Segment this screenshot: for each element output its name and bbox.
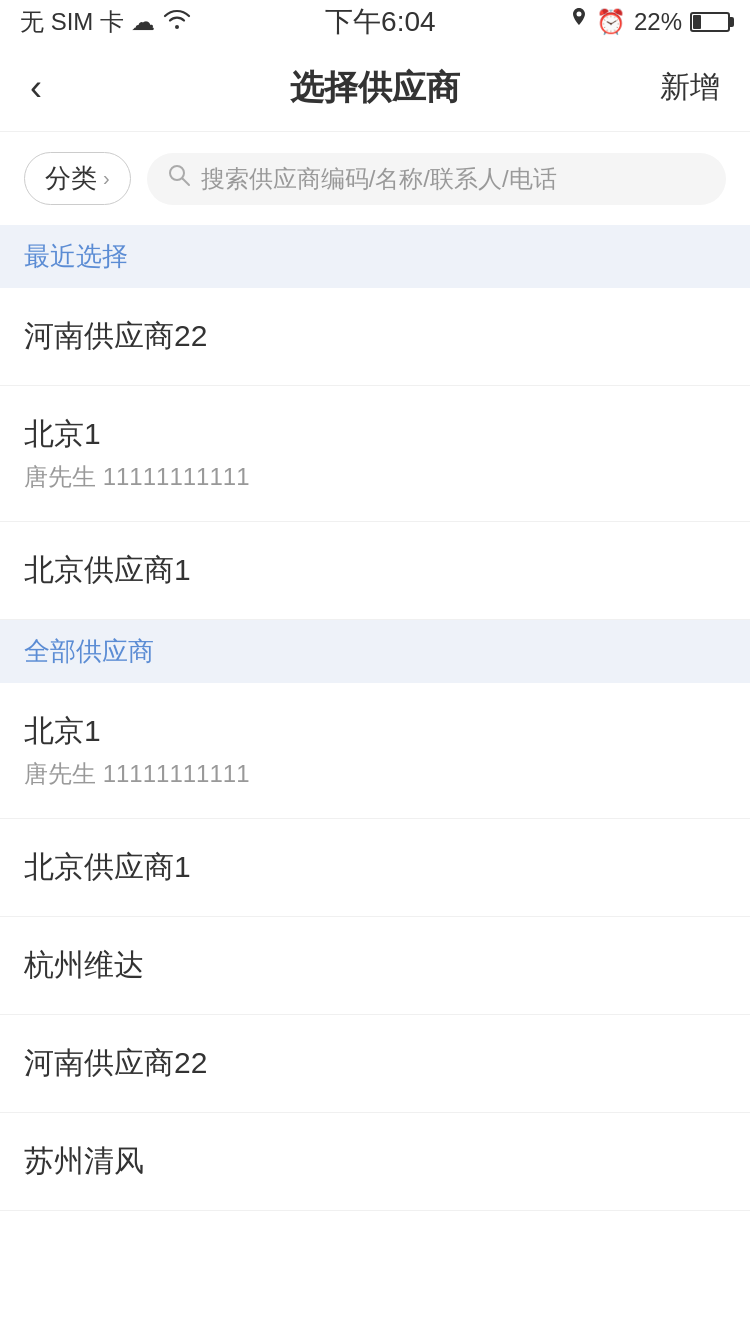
sim-status: 无 SIM 卡 ☁ xyxy=(20,6,155,38)
all-list-item[interactable]: 杭州维达 xyxy=(0,917,750,1015)
recent-list-item[interactable]: 北京1 唐先生 11111111111 xyxy=(0,386,750,522)
item-name: 苏州清风 xyxy=(24,1141,726,1182)
item-detail: 唐先生 11111111111 xyxy=(24,461,726,493)
item-name: 北京供应商1 xyxy=(24,550,726,591)
all-list-item[interactable]: 苏州清风 xyxy=(0,1113,750,1211)
item-name: 北京供应商1 xyxy=(24,847,726,888)
all-list-item[interactable]: 北京1 唐先生 11111111111 xyxy=(0,683,750,819)
wifi-icon xyxy=(163,8,191,36)
battery-icon xyxy=(690,12,730,32)
all-list-item[interactable]: 北京供应商1 xyxy=(0,819,750,917)
recent-list-item[interactable]: 北京供应商1 xyxy=(0,522,750,620)
recent-section-header: 最近选择 xyxy=(0,225,750,288)
category-filter[interactable]: 分类 › xyxy=(24,152,131,205)
nav-bar: ‹ 选择供应商 新增 xyxy=(0,44,750,132)
recent-list: 河南供应商22 北京1 唐先生 11111111111 北京供应商1 xyxy=(0,288,750,620)
search-placeholder: 搜索供应商编码/名称/联系人/电话 xyxy=(201,163,557,195)
alarm-icon: ⏰ xyxy=(596,8,626,36)
add-button[interactable]: 新增 xyxy=(660,67,720,108)
back-button[interactable]: ‹ xyxy=(30,67,90,109)
page-title: 选择供应商 xyxy=(90,65,660,111)
item-name: 河南供应商22 xyxy=(24,316,726,357)
all-section-label: 全部供应商 xyxy=(24,636,154,666)
chevron-right-icon: › xyxy=(103,167,110,190)
all-list-item[interactable]: 河南供应商22 xyxy=(0,1015,750,1113)
item-name: 北京1 xyxy=(24,711,726,752)
battery-percent: 22% xyxy=(634,8,682,36)
recent-section-label: 最近选择 xyxy=(24,241,128,271)
all-section-header: 全部供应商 xyxy=(0,620,750,683)
svg-line-1 xyxy=(182,179,189,186)
item-name: 杭州维达 xyxy=(24,945,726,986)
item-name: 河南供应商22 xyxy=(24,1043,726,1084)
all-list: 北京1 唐先生 11111111111 北京供应商1 杭州维达河南供应商22 苏州清风 xyxy=(0,683,750,1211)
category-label: 分类 xyxy=(45,161,97,196)
filter-bar: 分类 › 搜索供应商编码/名称/联系人/电话 xyxy=(0,132,750,225)
status-left: 无 SIM 卡 ☁ xyxy=(20,6,191,38)
search-box[interactable]: 搜索供应商编码/名称/联系人/电话 xyxy=(147,153,726,205)
status-time: 下午6:04 xyxy=(325,3,436,41)
status-bar: 无 SIM 卡 ☁ 下午6:04 ⏰ 22% xyxy=(0,0,750,44)
item-detail: 唐先生 11111111111 xyxy=(24,758,726,790)
item-name: 北京1 xyxy=(24,414,726,455)
search-icon xyxy=(167,163,191,194)
recent-list-item[interactable]: 河南供应商22 xyxy=(0,288,750,386)
status-right: ⏰ 22% xyxy=(570,8,730,36)
location-icon xyxy=(570,8,588,36)
